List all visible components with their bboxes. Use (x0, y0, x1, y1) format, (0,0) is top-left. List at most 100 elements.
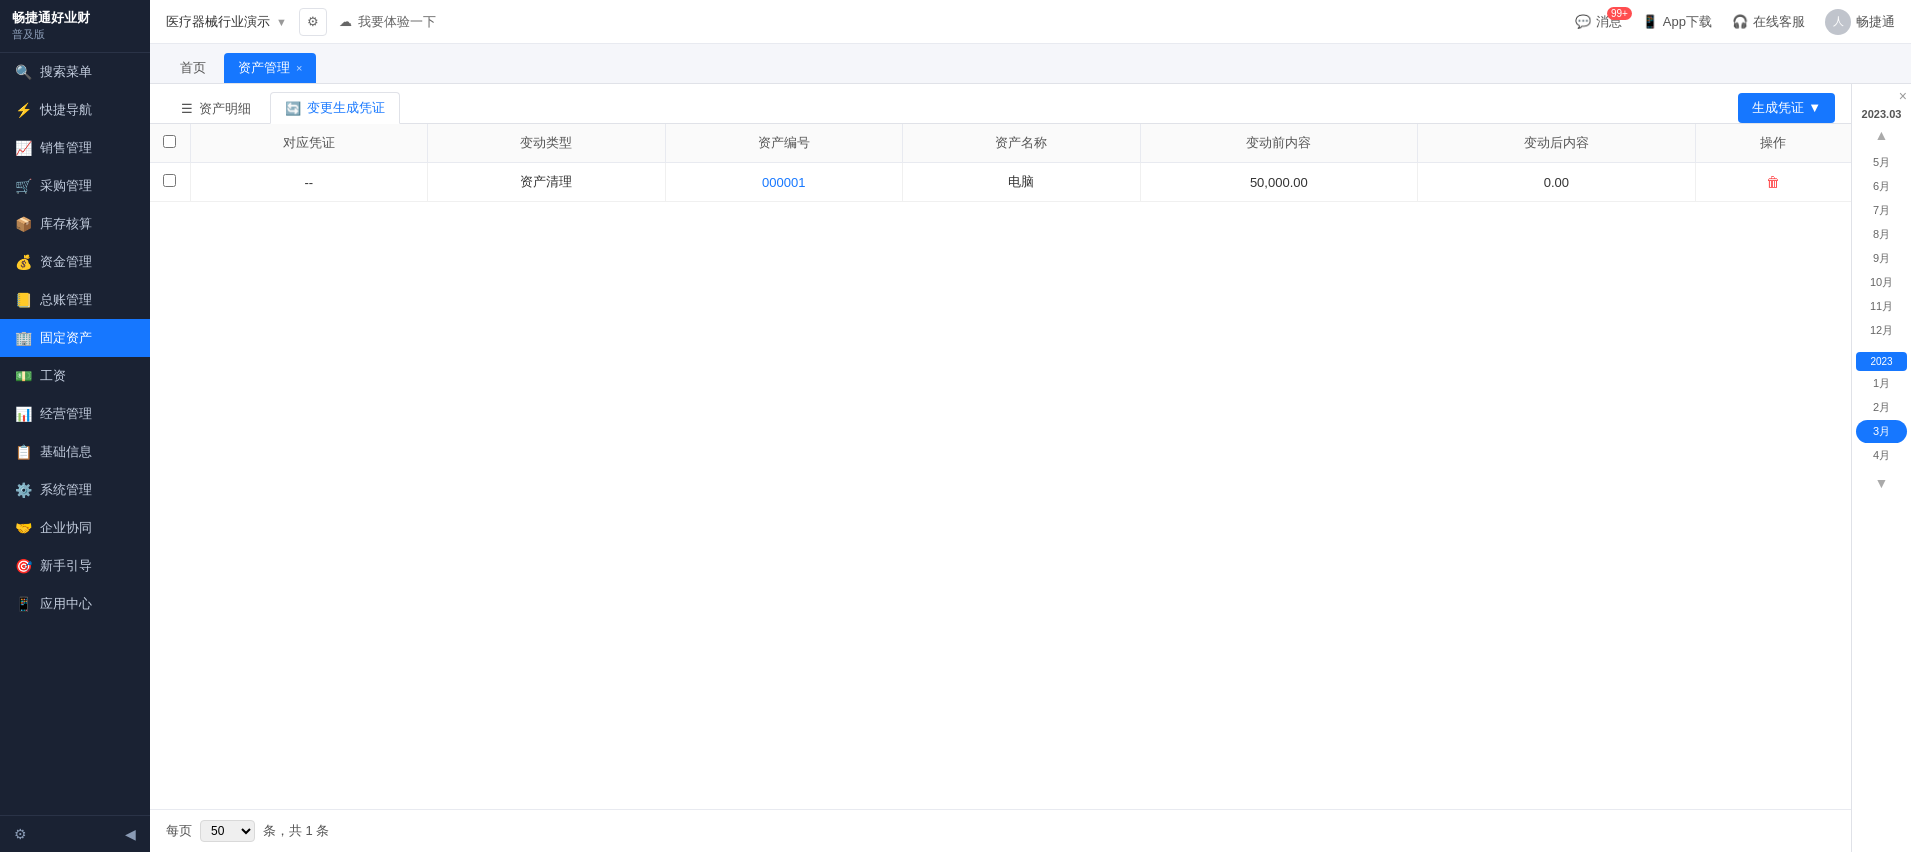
per-page-select[interactable]: 102050100 (200, 820, 255, 842)
timeline-month-item[interactable]: 3月 (1856, 420, 1907, 443)
table-row: -- 资产清理 000001 电脑 50,000.00 0.00 🗑 (150, 163, 1851, 202)
app-logo: 畅捷通好业财 普及版 (0, 0, 150, 53)
sidebar-label-purchase: 采购管理 (40, 177, 92, 195)
inner-tabs: ☰ 资产明细 🔄 变更生成凭证 生成凭证 ▼ (150, 84, 1851, 124)
company-name: 医疗器械行业演示 (166, 13, 270, 31)
collapse-icon[interactable]: ◀ (125, 826, 136, 842)
timeline-month-item[interactable]: 6月 (1856, 175, 1907, 198)
tab-home[interactable]: 首页 (166, 53, 220, 83)
experience-label: 我要体验一下 (358, 13, 436, 31)
gear-icon: ⚙ (307, 14, 319, 29)
sidebar-scroll: 🔍 搜索菜单 ⚡快捷导航📈销售管理 🛒 采购管理 📦库存核算 💰 资金管理 📒总账管理🏢固定资产… (0, 53, 150, 815)
sidebar-item-purchase[interactable]: 🛒 采购管理 (0, 167, 150, 205)
change-icon: 🔄 (285, 101, 301, 116)
tab-asset-management[interactable]: 资产管理 × (224, 53, 316, 83)
select-all-checkbox[interactable] (163, 135, 176, 148)
delete-row-icon[interactable]: 🗑 (1766, 174, 1780, 190)
settings-footer-icon[interactable]: ⚙ (14, 826, 27, 842)
operations-icon: 📊 (14, 406, 32, 422)
header-checkbox-cell (150, 124, 190, 163)
avatar: 人 (1825, 9, 1851, 35)
sidebar-item-guide[interactable]: 🎯 新手引导 (0, 547, 150, 585)
generate-voucher-button[interactable]: 生成凭证 ▼ (1738, 93, 1835, 123)
sidebar-item-fixed-assets[interactable]: 🏢固定资产 (0, 319, 150, 357)
right-panel: 2023.03 × ▲ 5月6月7月8月9月10月11月12月20231月2月3… (1851, 84, 1911, 852)
guide-icon: 🎯 (14, 558, 32, 574)
timeline-month-item[interactable]: 12月 (1856, 319, 1907, 342)
sidebar-label-sales: 销售管理 (40, 139, 92, 157)
panel-close-icon[interactable]: × (1899, 88, 1907, 104)
sidebar-item-app-center[interactable]: 📱应用中心 (0, 585, 150, 623)
row-asset-name: 电脑 (903, 163, 1141, 202)
sidebar-item-system[interactable]: ⚙️系统管理 (0, 471, 150, 509)
tab-close-icon[interactable]: × (296, 62, 302, 74)
sidebar-item-ledger[interactable]: 📒总账管理 (0, 281, 150, 319)
tab-change-voucher[interactable]: 🔄 变更生成凭证 (270, 92, 400, 124)
fixed-assets-icon: 🏢 (14, 330, 32, 346)
tab-asset-detail[interactable]: ☰ 资产明细 (166, 93, 266, 124)
app-edition: 普及版 (12, 27, 138, 42)
sidebar-item-sales[interactable]: 📈销售管理 (0, 129, 150, 167)
row-action: 🗑 (1695, 163, 1851, 202)
topbar-settings-button[interactable]: ⚙ (299, 8, 327, 36)
timeline-year-label: 2023 (1856, 352, 1907, 371)
table-wrap: 对应凭证 变动类型 资产编号 资产名称 变动前内容 变动后内容 操作 -- 资产… (150, 124, 1851, 809)
sidebar-item-enterprise[interactable]: 🤝 企业协同 (0, 509, 150, 547)
sidebar-item-salary[interactable]: 💵工资 (0, 357, 150, 395)
sidebar-label-enterprise: 企业协同 (40, 519, 92, 537)
timeline-month-item[interactable]: 8月 (1856, 223, 1907, 246)
company-selector[interactable]: 医疗器械行业演示 ▼ (166, 13, 287, 31)
purchase-icon: 🛒 (14, 178, 32, 194)
app-download-button[interactable]: 📱 App下载 (1642, 13, 1712, 31)
sidebar-label-guide: 新手引导 (40, 557, 92, 575)
sidebar-label-operations: 经营管理 (40, 405, 92, 423)
timeline-month-item[interactable]: 4月 (1856, 444, 1907, 467)
content-area: ☰ 资产明细 🔄 变更生成凭证 生成凭证 ▼ (150, 84, 1911, 852)
message-icon: 💬 (1575, 14, 1591, 29)
timeline-month-item[interactable]: 1月 (1856, 372, 1907, 395)
panel-nav-down-icon[interactable]: ▼ (1872, 472, 1892, 494)
sidebar-footer: ⚙ ◀ (0, 815, 150, 852)
header-before: 变动前内容 (1140, 124, 1418, 163)
sidebar-label-ledger: 总账管理 (40, 291, 92, 309)
timeline-month-item[interactable]: 7月 (1856, 199, 1907, 222)
row-before: 50,000.00 (1140, 163, 1418, 202)
enterprise-icon: 🤝 (14, 520, 32, 536)
sidebar-item-inventory[interactable]: 📦库存核算 (0, 205, 150, 243)
cloud-icon: ☁ (339, 14, 352, 29)
sidebar-label-search: 搜索菜单 (40, 63, 92, 81)
row-checkbox[interactable] (163, 174, 176, 187)
timeline-section: 20231月2月3月4月 (1852, 347, 1911, 472)
messages-button[interactable]: 💬 消息 99+ (1575, 13, 1622, 31)
sidebar-item-basic-info[interactable]: 📋基础信息 (0, 433, 150, 471)
sidebar-label-funds: 资金管理 (40, 253, 92, 271)
sidebar-item-operations[interactable]: 📊 经营管理 (0, 395, 150, 433)
total-label: 条，共 1 条 (263, 822, 329, 840)
experience-button[interactable]: ☁ 我要体验一下 (339, 13, 436, 31)
search-icon: 🔍 (14, 64, 32, 80)
panel-nav-up-icon[interactable]: ▲ (1872, 124, 1892, 146)
sidebar-label-app-center: 应用中心 (40, 595, 92, 613)
timeline-month-item[interactable]: 2月 (1856, 396, 1907, 419)
funds-icon: 💰 (14, 254, 32, 270)
timeline-month-item[interactable]: 9月 (1856, 247, 1907, 270)
row-checkbox-cell (150, 163, 190, 202)
timeline-month-item[interactable]: 5月 (1856, 151, 1907, 174)
content-main: ☰ 资产明细 🔄 变更生成凭证 生成凭证 ▼ (150, 84, 1851, 852)
sidebar-item-funds[interactable]: 💰 资金管理 (0, 243, 150, 281)
row-voucher: -- (190, 163, 428, 202)
sidebar-item-quick-nav[interactable]: ⚡快捷导航 (0, 91, 150, 129)
customer-service-button[interactable]: 🎧 在线客服 (1732, 13, 1805, 31)
customer-service-label: 在线客服 (1753, 13, 1805, 31)
header-change-type: 变动类型 (428, 124, 666, 163)
sidebar-item-search[interactable]: 🔍 搜索菜单 (0, 53, 150, 91)
tab-change-voucher-label: 变更生成凭证 (307, 99, 385, 117)
timeline-month-item[interactable]: 10月 (1856, 271, 1907, 294)
sidebar: 畅捷通好业财 普及版 🔍 搜索菜单 ⚡快捷导航📈销售管理 🛒 采购管理 📦库存核算 💰 资金管… (0, 0, 150, 852)
dropdown-arrow-icon: ▼ (1808, 100, 1821, 115)
user-name: 畅捷通 (1856, 13, 1895, 31)
headset-icon: 🎧 (1732, 14, 1748, 29)
timeline-month-item[interactable]: 11月 (1856, 295, 1907, 318)
header-action: 操作 (1695, 124, 1851, 163)
user-profile-button[interactable]: 人 畅捷通 (1825, 9, 1895, 35)
